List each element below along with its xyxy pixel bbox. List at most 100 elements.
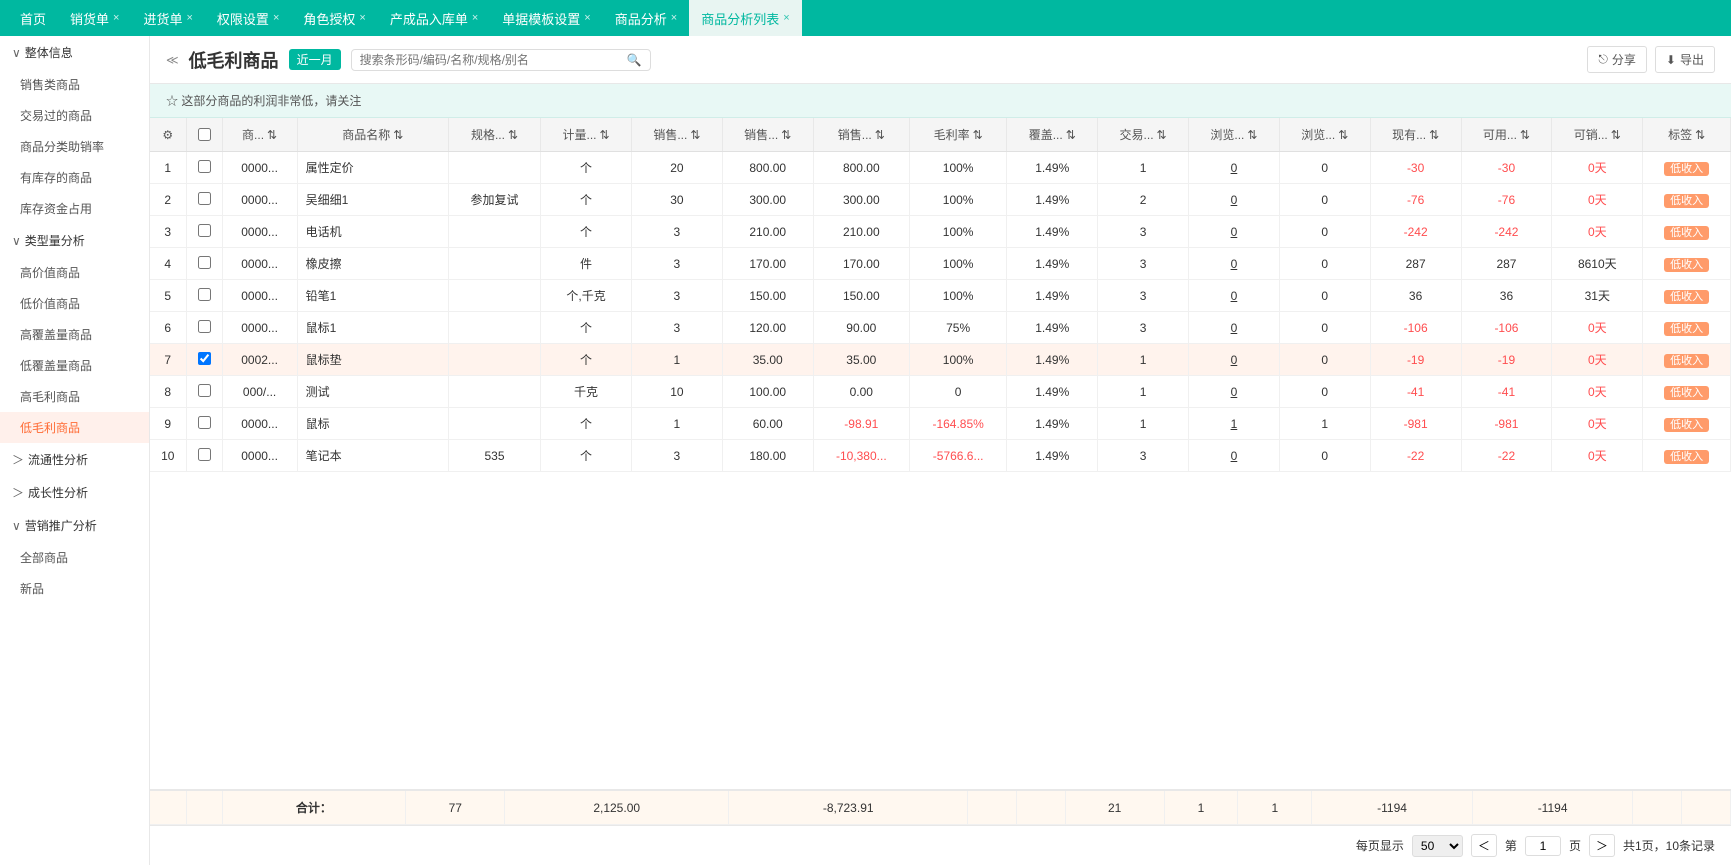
per-page-select[interactable]: 50 20 100	[1412, 835, 1463, 857]
row-checkbox[interactable]	[186, 344, 222, 376]
sidebar-group-flow[interactable]: ＞ 流通性分析	[0, 443, 149, 476]
next-page-button[interactable]: ＞	[1589, 834, 1615, 857]
row-select-checkbox[interactable]	[198, 160, 211, 173]
col-view2[interactable]: 浏览... ⇅	[1279, 118, 1370, 152]
nav-close-goods-analysis[interactable]: ×	[671, 12, 677, 24]
col-coverage[interactable]: 覆盖... ⇅	[1007, 118, 1098, 152]
nav-close-purchase-order[interactable]: ×	[186, 12, 192, 24]
sidebar-item-category-rate[interactable]: 商品分类助销率	[0, 131, 149, 162]
row-select-checkbox[interactable]	[198, 320, 211, 333]
sidebar-item-high-coverage[interactable]: 高覆盖量商品	[0, 319, 149, 350]
nav-home[interactable]: 首页	[8, 0, 58, 36]
row-view2: 0	[1279, 344, 1370, 376]
search-input[interactable]	[360, 53, 627, 67]
row-view1[interactable]: 0	[1189, 376, 1280, 408]
row-select-checkbox[interactable]	[198, 352, 211, 365]
sidebar-item-stock-capital[interactable]: 库存资金占用	[0, 193, 149, 224]
row-checkbox[interactable]	[186, 408, 222, 440]
sidebar-group-overall[interactable]: ∨ 整体信息	[0, 36, 149, 69]
nav-goods-analysis-list[interactable]: 商品分析列表 ×	[689, 0, 801, 36]
row-trade: 3	[1098, 280, 1189, 312]
sidebar-item-sales-goods[interactable]: 销售类商品	[0, 69, 149, 100]
col-settings[interactable]: ⚙	[150, 118, 186, 152]
nav-role-auth[interactable]: 角色授权 ×	[291, 0, 377, 36]
sidebar-group-marketing[interactable]: ∨ 营销推广分析	[0, 509, 149, 542]
nav-close-sales-order[interactable]: ×	[113, 12, 119, 24]
row-select-checkbox[interactable]	[198, 448, 211, 461]
row-view1[interactable]: 0	[1189, 312, 1280, 344]
row-view1[interactable]: 0	[1189, 280, 1280, 312]
sidebar-item-low-value[interactable]: 低价值商品	[0, 288, 149, 319]
row-checkbox[interactable]	[186, 152, 222, 184]
collapse-sidebar-icon[interactable]: ≪	[166, 53, 179, 67]
col-tag[interactable]: 标签 ⇅	[1643, 118, 1731, 152]
row-select-checkbox[interactable]	[198, 416, 211, 429]
row-view1[interactable]: 0	[1189, 184, 1280, 216]
col-unit[interactable]: 计量... ⇅	[541, 118, 632, 152]
sidebar-item-new-goods[interactable]: 新品	[0, 573, 149, 604]
col-sales-qty[interactable]: 销售... ⇅	[631, 118, 722, 152]
row-view2: 0	[1279, 248, 1370, 280]
col-available[interactable]: 可用... ⇅	[1461, 118, 1552, 152]
row-checkbox[interactable]	[186, 248, 222, 280]
col-code[interactable]: 商... ⇅	[222, 118, 297, 152]
col-current[interactable]: 现有... ⇅	[1370, 118, 1461, 152]
nav-close-template[interactable]: ×	[584, 12, 590, 24]
sidebar-item-traded-goods[interactable]: 交易过的商品	[0, 100, 149, 131]
expand-marketing-icon: ∨	[12, 519, 21, 533]
row-checkbox[interactable]	[186, 440, 222, 472]
row-checkbox[interactable]	[186, 216, 222, 248]
row-checkbox[interactable]	[186, 312, 222, 344]
share-button[interactable]: ⎋ 分享	[1587, 46, 1647, 73]
nav-purchase-order[interactable]: 进货单 ×	[131, 0, 204, 36]
filter-tag-month[interactable]: 近一月	[289, 49, 341, 70]
row-select-checkbox[interactable]	[198, 288, 211, 301]
col-sales-price[interactable]: 销售... ⇅	[722, 118, 813, 152]
row-view1[interactable]: 0	[1189, 216, 1280, 248]
nav-goods-analysis[interactable]: 商品分析 ×	[603, 0, 689, 36]
select-all-checkbox[interactable]	[198, 128, 211, 141]
row-view1[interactable]: 0	[1189, 440, 1280, 472]
col-margin[interactable]: 毛利率 ⇅	[909, 118, 1006, 152]
page-label: 第	[1505, 837, 1517, 854]
nav-close-goods-list[interactable]: ×	[783, 12, 789, 24]
row-view1[interactable]: 1	[1189, 408, 1280, 440]
sidebar-item-high-margin[interactable]: 高毛利商品	[0, 381, 149, 412]
nav-product-instock[interactable]: 产成品入库单 ×	[378, 0, 490, 36]
col-checkbox-all[interactable]	[186, 118, 222, 152]
nav-close-permission[interactable]: ×	[273, 12, 279, 24]
export-button[interactable]: ⬇ 导出	[1655, 46, 1715, 73]
row-checkbox[interactable]	[186, 376, 222, 408]
nav-close-role[interactable]: ×	[359, 12, 365, 24]
nav-close-product[interactable]: ×	[472, 12, 478, 24]
nav-sales-order[interactable]: 销货单 ×	[58, 0, 131, 36]
nav-template-setting[interactable]: 单据模板设置 ×	[490, 0, 602, 36]
prev-page-button[interactable]: ＜	[1471, 834, 1497, 857]
row-select-checkbox[interactable]	[198, 192, 211, 205]
sidebar-group-category[interactable]: ∨ 类型量分析	[0, 224, 149, 257]
nav-permission-setting[interactable]: 权限设置 ×	[205, 0, 291, 36]
row-view1[interactable]: 0	[1189, 248, 1280, 280]
col-sellable[interactable]: 可销... ⇅	[1552, 118, 1643, 152]
page-number-input[interactable]	[1525, 836, 1561, 856]
col-sales-profit[interactable]: 销售... ⇅	[813, 118, 909, 152]
col-view1[interactable]: 浏览... ⇅	[1189, 118, 1280, 152]
sidebar-item-low-coverage[interactable]: 低覆盖量商品	[0, 350, 149, 381]
col-name[interactable]: 商品名称 ⇅	[297, 118, 448, 152]
row-select-checkbox[interactable]	[198, 384, 211, 397]
row-select-checkbox[interactable]	[198, 224, 211, 237]
row-view1[interactable]: 0	[1189, 344, 1280, 376]
sidebar-item-low-margin[interactable]: 低毛利商品	[0, 412, 149, 443]
sidebar-item-all-goods[interactable]: 全部商品	[0, 542, 149, 573]
row-view1[interactable]: 0	[1189, 152, 1280, 184]
sidebar-item-instock-goods[interactable]: 有库存的商品	[0, 162, 149, 193]
col-spec[interactable]: 规格... ⇅	[448, 118, 540, 152]
row-checkbox[interactable]	[186, 184, 222, 216]
sidebar-item-high-value[interactable]: 高价值商品	[0, 257, 149, 288]
col-trade[interactable]: 交易... ⇅	[1098, 118, 1189, 152]
sidebar-group-growth[interactable]: ＞ 成长性分析	[0, 476, 149, 509]
row-select-checkbox[interactable]	[198, 256, 211, 269]
row-sales-price: 170.00	[722, 248, 813, 280]
row-checkbox[interactable]	[186, 280, 222, 312]
search-icon[interactable]: 🔍	[627, 53, 642, 67]
